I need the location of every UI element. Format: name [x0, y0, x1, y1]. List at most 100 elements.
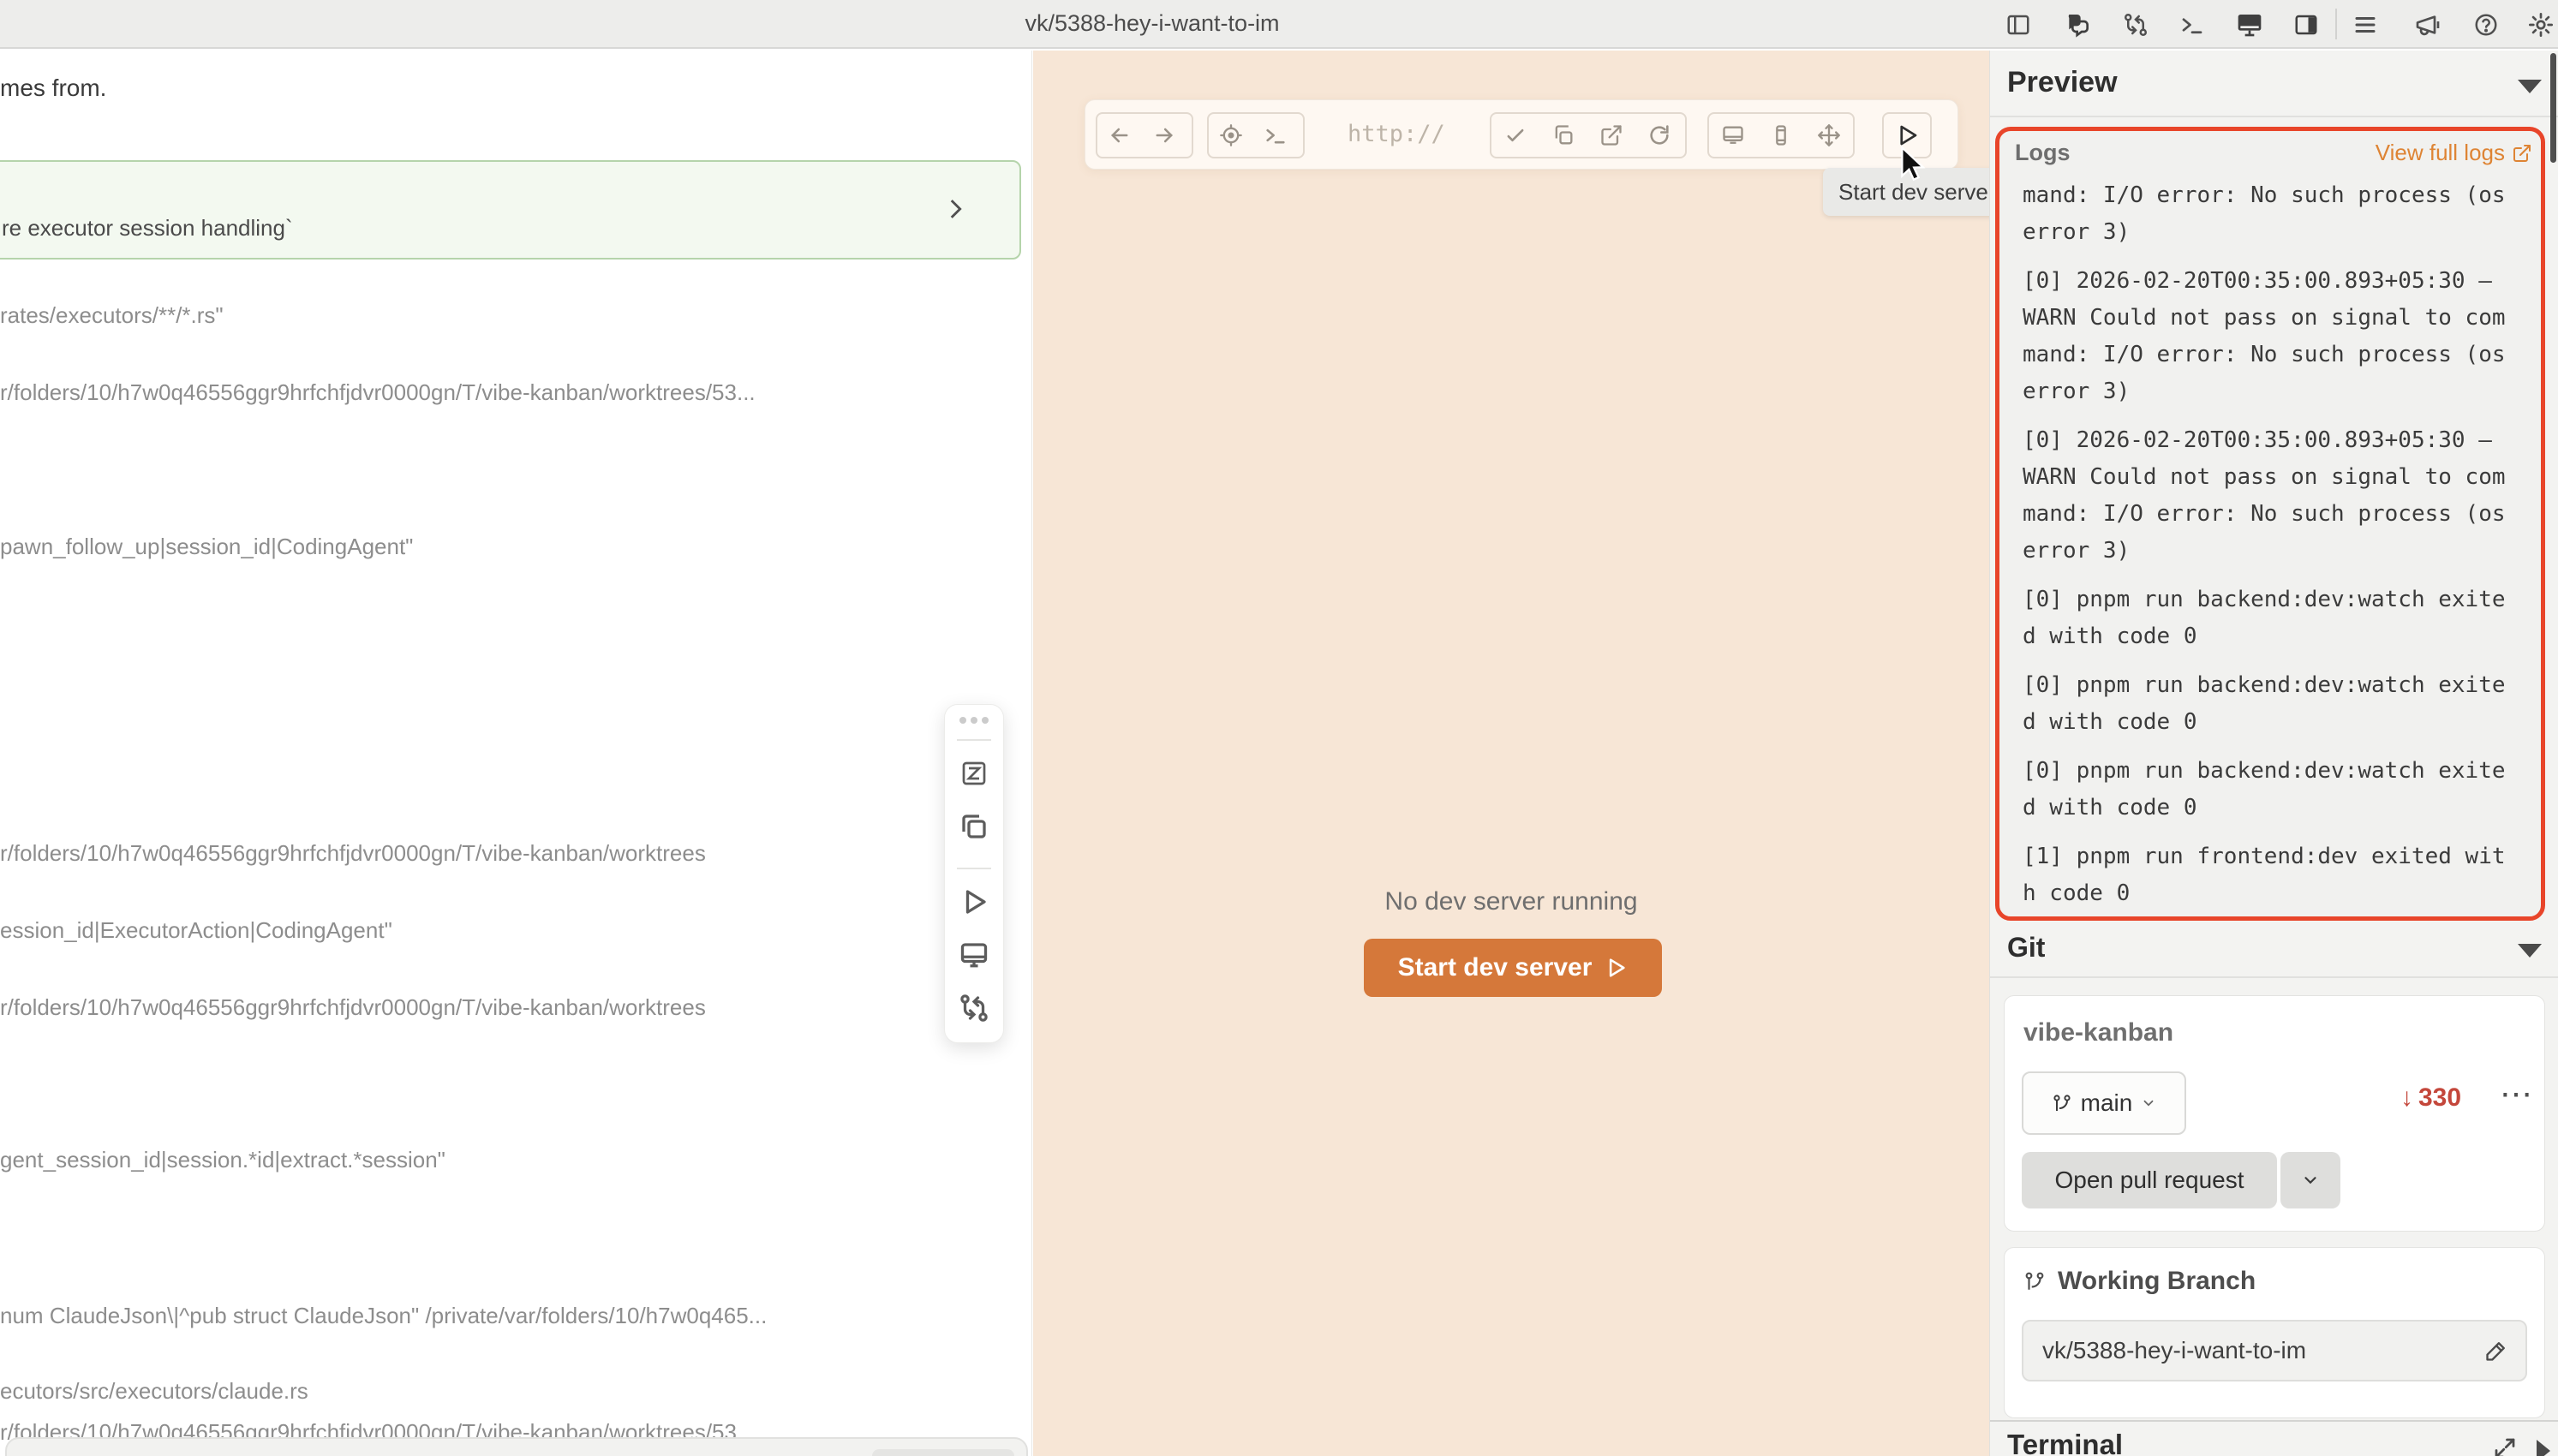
back-icon[interactable] — [1097, 114, 1142, 157]
help-icon[interactable] — [2471, 9, 2501, 40]
open-in-zed-icon[interactable] — [955, 755, 993, 792]
log-entry: mand: I/O error: No such process (os err… — [2023, 177, 2509, 251]
git-more-menu-icon[interactable]: ⋯ — [2500, 1075, 2532, 1113]
copy-icon[interactable] — [955, 808, 993, 845]
conversation-panel: mes from. re executor session handling` … — [0, 51, 1032, 1456]
collapsed-terminal-chevron-icon[interactable] — [2537, 1440, 2550, 1456]
open-pull-request-button[interactable]: Open pull request — [2022, 1152, 2277, 1208]
desktop-view-icon[interactable] — [1709, 114, 1757, 157]
title-bar: vk/5388-hey-i-want-to-im — [0, 0, 2558, 49]
git-compare-icon[interactable] — [2120, 9, 2151, 40]
expand-terminal-icon[interactable] — [2492, 1435, 2518, 1456]
git-compare-icon[interactable] — [955, 989, 993, 1027]
play-icon — [1604, 956, 1628, 980]
start-dev-server-label: Start dev server — [1398, 953, 1593, 982]
log-entry: [1] pnpm run frontend:dev exited with co… — [2023, 838, 2509, 912]
chat-bubbles-icon[interactable] — [2063, 9, 2094, 40]
message-text: mes from. — [0, 75, 106, 102]
menu-icon[interactable] — [2350, 9, 2381, 40]
logs-panel-highlighted: Logs View full logs mand: I/O error: No … — [1995, 127, 2545, 921]
drag-handle-icon[interactable] — [959, 717, 989, 724]
terminal-icon[interactable] — [2177, 9, 2208, 40]
preview-section-header[interactable]: Preview — [2007, 66, 2118, 99]
base-branch-select[interactable]: main — [2022, 1071, 2186, 1135]
working-branch-header: Working Branch — [2023, 1267, 2256, 1296]
check-icon[interactable] — [1491, 114, 1539, 157]
refresh-icon[interactable] — [1635, 114, 1683, 157]
log-entry: [0] pnpm run backend:dev:watch exited wi… — [2023, 582, 2509, 655]
message-input-box[interactable] — [5, 1437, 1028, 1456]
logs-output[interactable]: mand: I/O error: No such process (os err… — [2023, 177, 2509, 921]
chevron-down-icon — [2301, 1171, 2320, 1190]
log-entry: [0] pnpm run backend:dev:watch exited wi… — [2023, 753, 2509, 826]
external-link-icon[interactable] — [1587, 114, 1635, 157]
log-entry: [0] 2026-02-20T00:35:00.893+05:30 — WARN… — [2023, 263, 2509, 410]
monitor-icon[interactable] — [2234, 9, 2265, 40]
panel-right-icon[interactable] — [2291, 9, 2322, 40]
code-line: ession_id|ExecutorAction|CodingAgent" — [0, 917, 392, 944]
url-field[interactable]: http:// — [1348, 121, 1445, 147]
external-link-icon — [2512, 143, 2532, 164]
panel-left-icon[interactable] — [2003, 9, 2034, 40]
view-full-logs-link[interactable]: View full logs — [2376, 140, 2532, 166]
divider — [1990, 1420, 2558, 1422]
chevron-down-icon — [2141, 1095, 2156, 1111]
settings-gear-icon[interactable] — [2525, 9, 2556, 40]
code-line: rates/executors/**/*.rs" — [0, 302, 224, 329]
console-icon[interactable] — [1253, 114, 1298, 157]
inspect-button-group — [1207, 112, 1305, 158]
git-branch-icon — [2023, 1270, 2046, 1292]
scrollbar-thumb[interactable] — [2550, 53, 2556, 163]
floating-action-toolbar — [944, 704, 1004, 1043]
commits-behind-badge: ↓ 330 — [2400, 1083, 2461, 1113]
code-line: ecutors/src/executors/claude.rs — [0, 1378, 308, 1405]
code-line: gent_session_id|session.*id|extract.*ses… — [0, 1147, 445, 1173]
mobile-view-icon[interactable] — [1757, 114, 1805, 157]
play-icon[interactable] — [955, 883, 993, 921]
code-line: r/folders/10/h7w0q46556ggr9hrfchfjdvr000… — [0, 994, 706, 1021]
working-branch-title: Working Branch — [2058, 1267, 2256, 1296]
input-action-button[interactable] — [872, 1449, 1014, 1456]
working-branch-value: vk/5388-hey-i-want-to-im — [2042, 1337, 2306, 1364]
forward-icon[interactable] — [1142, 114, 1186, 157]
preview-browser-toolbar: http:// — [1085, 99, 1958, 170]
collapse-git-icon[interactable] — [2518, 944, 2542, 958]
chevron-right-icon — [941, 194, 970, 224]
logs-title: Logs — [2015, 140, 2071, 166]
code-line: num ClaudeJson\|^pub struct ClaudeJson" … — [0, 1303, 767, 1329]
repo-name: vibe-kanban — [2023, 1018, 2173, 1047]
edit-pencil-icon[interactable] — [2484, 1339, 2508, 1363]
log-entry: [0] 2026-02-20T00:35:00.893+05:30 — WARN… — [2023, 422, 2509, 570]
empty-state-message: No dev server running — [1033, 887, 1989, 916]
details-sidebar: Preview Logs View full logs mand: I/O er… — [1989, 51, 2558, 1456]
working-branch-card: Working Branch vk/5388-hey-i-want-to-im — [2004, 1247, 2545, 1418]
git-card: vibe-kanban main ↓ 330 ⋯ Open pull reque… — [2004, 995, 2545, 1232]
step-text: re executor session handling` — [2, 215, 293, 242]
collapse-preview-icon[interactable] — [2518, 80, 2542, 93]
window-title: vk/5388-hey-i-want-to-im — [959, 10, 1345, 37]
start-dev-server-button[interactable]: Start dev server — [1364, 939, 1662, 997]
toolbar-separator — [2335, 9, 2337, 39]
working-branch-field[interactable]: vk/5388-hey-i-want-to-im — [2022, 1320, 2527, 1381]
code-line: r/folders/10/h7w0q46556ggr9hrfchfjdvr000… — [0, 840, 706, 867]
divider — [1990, 116, 2558, 117]
git-branch-icon — [2052, 1093, 2072, 1113]
pr-options-dropdown[interactable] — [2280, 1152, 2340, 1208]
terminal-section-header[interactable]: Terminal — [2007, 1429, 2123, 1456]
behind-count: 330 — [2418, 1083, 2461, 1113]
dev-server-icon[interactable] — [955, 936, 993, 974]
code-line: r/folders/10/h7w0q46556ggr9hrfchfjdvr000… — [0, 379, 756, 406]
megaphone-icon[interactable] — [2412, 9, 2443, 40]
locate-icon[interactable] — [1209, 114, 1253, 157]
divider — [957, 739, 991, 741]
preview-canvas: http:// — [1033, 51, 1989, 1456]
base-branch-label: main — [2081, 1089, 2133, 1117]
copy-url-icon[interactable] — [1539, 114, 1587, 157]
move-icon[interactable] — [1805, 114, 1853, 157]
app-window: vk/5388-hey-i-want-to-im — [0, 0, 2558, 1456]
page-actions-group — [1490, 112, 1687, 158]
device-mode-group — [1707, 112, 1855, 158]
git-section-header[interactable]: Git — [2007, 932, 2045, 964]
divider — [957, 868, 991, 869]
highlighted-step-card[interactable]: re executor session handling` — [0, 160, 1021, 260]
